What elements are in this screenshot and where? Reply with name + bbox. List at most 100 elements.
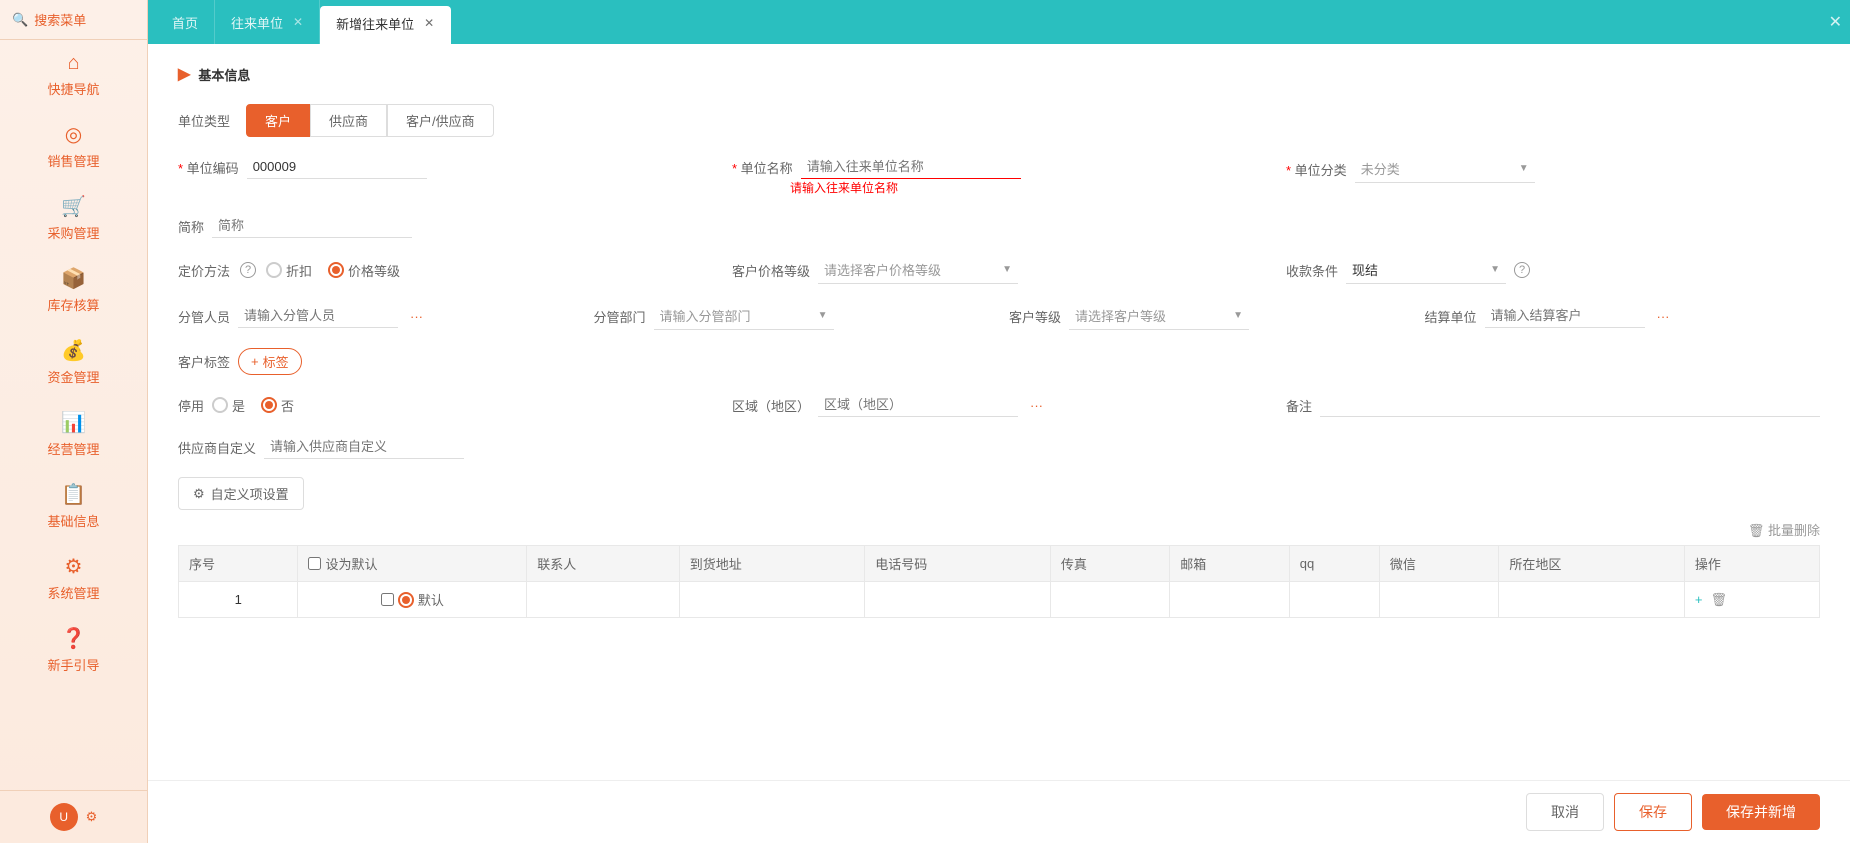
payment-terms-help-icon[interactable]: ?: [1514, 262, 1530, 278]
sidebar-bottom: U ⚙: [0, 790, 147, 843]
row-default-radio[interactable]: 默认: [398, 590, 444, 609]
basics-icon: 📋: [61, 482, 86, 507]
code-name-category-row: 单位编码 单位名称 请输入往来单位名称 单位分类 未分类 ▼: [178, 155, 1820, 196]
unit-category-value: 未分类: [1361, 159, 1519, 178]
manager-more[interactable]: ···: [406, 309, 427, 324]
sidebar-item-inventory[interactable]: 📦 库存核算: [0, 254, 147, 326]
department-field: 分管部门 请输入分管部门 ▼: [594, 302, 990, 330]
pricing-level-radio[interactable]: 价格等级: [328, 261, 400, 280]
region-label: 区域（地区）: [732, 396, 810, 415]
col-default: 设为默认: [298, 546, 527, 582]
row-checkbox[interactable]: [381, 593, 394, 606]
discount-label: 折扣: [286, 261, 312, 280]
avatar[interactable]: U: [50, 803, 78, 831]
remark-input[interactable]: [1320, 393, 1820, 417]
customer-level-label: 客户等级: [1009, 307, 1061, 326]
table-row: 1 默认: [179, 582, 1820, 618]
customer-level-placeholder: 请选择客户等级: [1075, 306, 1233, 325]
sidebar-item-basics[interactable]: 📋 基础信息: [0, 470, 147, 542]
disabled-no-radio[interactable]: 否: [261, 396, 294, 415]
unit-category-select[interactable]: 未分类 ▼: [1355, 155, 1535, 183]
unit-name-input[interactable]: [801, 155, 1021, 179]
tab-partners-label: 往来单位: [231, 13, 283, 32]
tab-new-partner-label: 新增往来单位: [336, 14, 414, 33]
save-and-new-button[interactable]: 保存并新增: [1702, 794, 1820, 830]
unit-type-supplier[interactable]: 供应商: [310, 104, 387, 137]
row-add-btn[interactable]: +: [1695, 592, 1703, 607]
customer-price-level-select[interactable]: 请选择客户价格等级 ▼: [818, 256, 1018, 284]
contact-table-container: 🗑 批量删除 序号 设为默认 联系人 到货: [178, 520, 1820, 618]
disabled-no-label: 否: [281, 396, 294, 415]
customer-level-field: 客户等级 请选择客户等级 ▼: [1009, 302, 1405, 330]
sidebar: 🔍 搜索菜单 ⌂ 快捷导航 ◎ 销售管理 🛒 采购管理 📦 库存核算 💰 资金管…: [0, 0, 148, 843]
tab-partners-close[interactable]: ✕: [293, 15, 303, 29]
sidebar-item-quick-nav[interactable]: ⌂ 快捷导航: [0, 40, 147, 110]
sidebar-item-finance[interactable]: 💰 资金管理: [0, 326, 147, 398]
add-tag-button[interactable]: + 标签: [238, 348, 302, 375]
batch-delete-btn[interactable]: 🗑 批量删除: [1748, 520, 1820, 539]
unit-code-label: 单位编码: [178, 158, 239, 177]
tab-new-partner[interactable]: 新增往来单位 ✕: [320, 6, 451, 44]
payment-terms-select[interactable]: 现结 ▼: [1346, 256, 1506, 284]
batch-delete-icon: 🗑: [1748, 523, 1765, 538]
sidebar-item-label: 销售管理: [47, 151, 99, 170]
customer-tag-field: 客户标签 + 标签: [178, 348, 1820, 375]
custom-settings-label: 自定义项设置: [211, 484, 289, 503]
col-address: 到货地址: [679, 546, 865, 582]
add-tag-icon: +: [251, 354, 259, 369]
sidebar-item-sales[interactable]: ◎ 销售管理: [0, 110, 147, 182]
sidebar-item-purchase[interactable]: 🛒 采购管理: [0, 182, 147, 254]
tab-new-partner-close[interactable]: ✕: [424, 16, 434, 30]
pricing-discount-radio[interactable]: 折扣: [266, 261, 312, 280]
custom-settings-button[interactable]: ⚙ 自定义项设置: [178, 477, 304, 510]
supplier-custom-input[interactable]: [264, 435, 464, 459]
select-all-checkbox[interactable]: [308, 557, 321, 570]
row-address: [679, 582, 865, 618]
unit-code-input[interactable]: [247, 155, 427, 179]
pricing-help-icon[interactable]: ?: [240, 262, 256, 278]
row-delete-btn[interactable]: 🗑: [1711, 592, 1728, 608]
department-label: 分管部门: [594, 307, 646, 326]
manager-input[interactable]: [238, 304, 398, 328]
row-fax: [1050, 582, 1169, 618]
row-phone: [865, 582, 1051, 618]
department-select[interactable]: 请输入分管部门 ▼: [654, 302, 834, 330]
sales-icon: ◎: [65, 122, 82, 147]
price-level-label: 价格等级: [348, 261, 400, 280]
sidebar-search[interactable]: 🔍 搜索菜单: [0, 0, 147, 40]
pricing-method-field: 定价方法 ? 折扣 价格等级: [178, 261, 712, 280]
unit-type-both[interactable]: 客户/供应商: [387, 104, 494, 137]
customer-price-level-field: 客户价格等级 请选择客户价格等级 ▼: [732, 256, 1266, 284]
save-button[interactable]: 保存: [1614, 793, 1692, 831]
payment-terms-label: 收款条件: [1286, 261, 1338, 280]
sidebar-item-guide[interactable]: ❓ 新手引导: [0, 614, 147, 686]
region-field: 区域（地区） ···: [732, 393, 1266, 417]
table-header-row: 序号 设为默认 联系人 到货地址 电话号码 传真 邮箱 qq: [179, 546, 1820, 582]
short-name-input[interactable]: [212, 214, 412, 238]
disabled-label: 停用: [178, 396, 204, 415]
settlement-unit-more[interactable]: ···: [1653, 309, 1674, 324]
unit-category-label: 单位分类: [1286, 160, 1347, 179]
tab-partners[interactable]: 往来单位 ✕: [215, 0, 320, 44]
short-name-label: 简称: [178, 217, 204, 236]
region-more[interactable]: ···: [1026, 398, 1047, 413]
cancel-button[interactable]: 取消: [1526, 793, 1604, 831]
region-input[interactable]: [818, 393, 1018, 417]
disabled-yes-label: 是: [232, 396, 245, 415]
settlement-unit-input[interactable]: [1485, 304, 1645, 328]
col-region: 所在地区: [1499, 546, 1685, 582]
department-placeholder: 请输入分管部门: [660, 306, 818, 325]
finance-icon: 💰: [61, 338, 86, 363]
customer-level-select[interactable]: 请选择客户等级 ▼: [1069, 302, 1249, 330]
add-tag-label: 标签: [263, 352, 289, 371]
price-level-circle: [328, 262, 344, 278]
sidebar-item-system[interactable]: ⚙ 系统管理: [0, 542, 147, 614]
close-all-tabs[interactable]: ✕: [1829, 12, 1842, 32]
tab-home[interactable]: 首页: [156, 0, 215, 44]
unit-type-customer[interactable]: 客户: [246, 104, 310, 137]
disabled-yes-radio[interactable]: 是: [212, 396, 245, 415]
manager-row: 分管人员 ··· 分管部门 请输入分管部门 ▼ 客户等级 请选择客户等级 ▼ 结…: [178, 302, 1820, 330]
home-icon: ⌂: [67, 52, 79, 75]
unit-name-error: 请输入往来单位名称: [790, 181, 898, 195]
sidebar-item-operations[interactable]: 📊 经营管理: [0, 398, 147, 470]
